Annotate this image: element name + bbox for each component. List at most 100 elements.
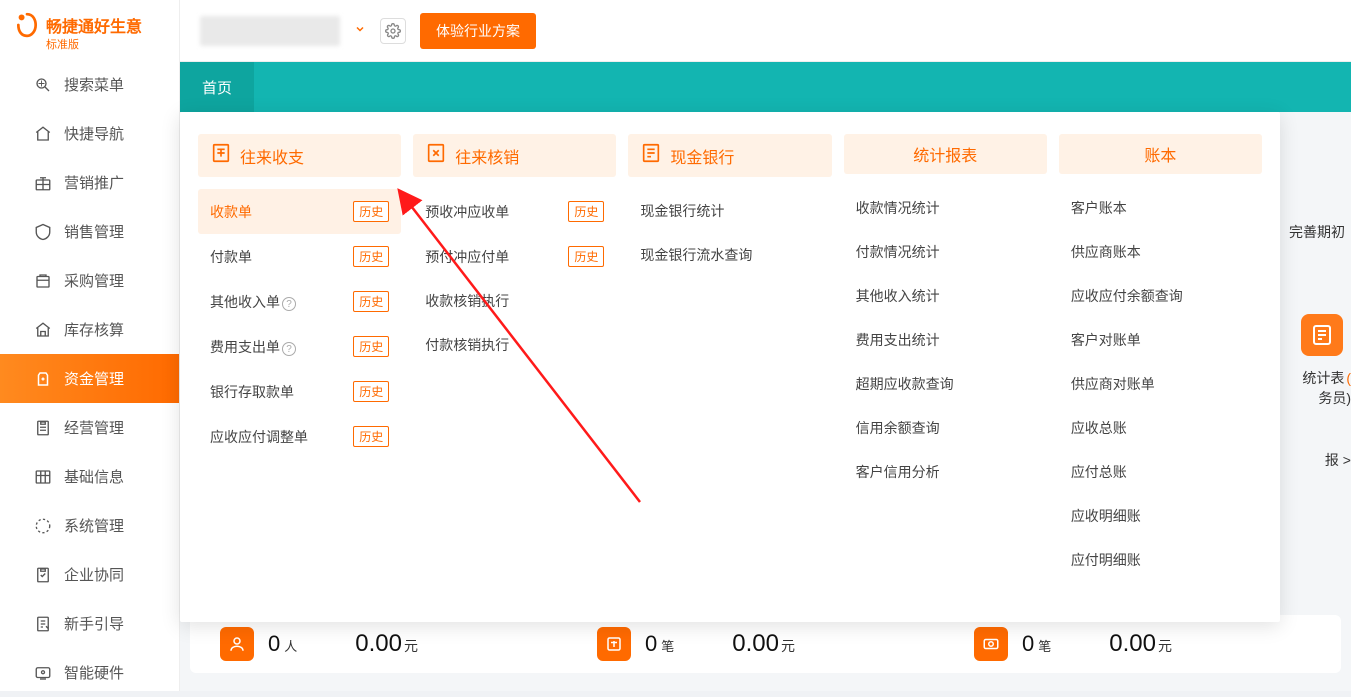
sidebar-item-5[interactable]: 库存核算	[0, 305, 179, 354]
stat-card-1: 0笔 0.00元	[597, 627, 934, 661]
menu-item[interactable]: 银行存取款单 历史	[198, 369, 401, 414]
stat-count: 0笔	[645, 631, 674, 657]
history-tag[interactable]: 历史	[353, 426, 389, 447]
menu-item[interactable]: 现金银行流水查询	[628, 233, 831, 277]
stat-icon	[597, 627, 631, 661]
menu-item[interactable]: 收款情况统计	[844, 186, 1047, 230]
menu-item[interactable]: 付款情况统计	[844, 230, 1047, 274]
col-title: 往来收支	[240, 144, 304, 168]
nav-icon	[34, 517, 52, 535]
menu-item[interactable]: 超期应收款查询	[844, 362, 1047, 406]
industry-plan-button[interactable]: 体验行业方案	[420, 13, 536, 49]
nav-label: 搜索菜单	[64, 74, 124, 95]
history-tag[interactable]: 历史	[353, 246, 389, 267]
history-tag[interactable]: 历史	[353, 201, 389, 222]
menu-item[interactable]: 其他收入单? 历史	[198, 279, 401, 324]
menu-item[interactable]: 客户账本	[1059, 186, 1262, 230]
menu-label: 客户对账单	[1071, 330, 1141, 350]
menu-item[interactable]: 应收应付余额查询	[1059, 274, 1262, 318]
org-name-blurred	[200, 16, 340, 46]
nav-label: 新手引导	[64, 613, 124, 634]
menu-item[interactable]: 应付明细账	[1059, 538, 1262, 582]
sidebar-item-4[interactable]: 采购管理	[0, 256, 179, 305]
col-header-icon	[425, 142, 447, 169]
menu-item[interactable]: 客户信用分析	[844, 450, 1047, 494]
gear-icon[interactable]	[380, 18, 406, 44]
menu-item[interactable]: 付款单 历史	[198, 234, 401, 279]
menu-label: 供应商账本	[1071, 242, 1141, 262]
menu-label: 应收明细账	[1071, 506, 1141, 526]
sidebar-item-3[interactable]: 销售管理	[0, 207, 179, 256]
col-title: 账本	[1144, 142, 1176, 166]
menu-label: 费用支出单?	[210, 337, 296, 357]
menu-label: 付款单	[210, 247, 252, 267]
sidebar-item-2[interactable]: 营销推广	[0, 158, 179, 207]
sidebar-item-11[interactable]: 新手引导	[0, 599, 179, 648]
chevron-down-icon[interactable]	[354, 23, 366, 38]
menu-item[interactable]: 其他收入统计	[844, 274, 1047, 318]
menu-item[interactable]: 信用余额查询	[844, 406, 1047, 450]
history-tag[interactable]: 历史	[353, 291, 389, 312]
sidebar-item-6[interactable]: 资金管理	[0, 354, 179, 403]
menu-item[interactable]: 应收总账	[1059, 406, 1262, 450]
funds-megamenu: 往来收支收款单历史付款单历史其他收入单?历史费用支出单?历史银行存取款单历史应收…	[180, 112, 1280, 622]
peek-text: 完善期初	[1289, 208, 1351, 256]
tab-home[interactable]: 首页	[180, 62, 254, 112]
history-tag[interactable]: 历史	[568, 246, 604, 267]
nav-label: 资金管理	[64, 368, 124, 389]
peek-orange-icon[interactable]	[1301, 314, 1343, 356]
menu-label: 客户账本	[1071, 198, 1127, 218]
col-header: 往来收支	[198, 134, 401, 177]
menu-label: 现金银行流水查询	[640, 245, 752, 265]
history-tag[interactable]: 历史	[353, 336, 389, 357]
menu-item[interactable]: 客户对账单	[1059, 318, 1262, 362]
menu-item[interactable]: 付款核销执行	[413, 323, 616, 367]
brand-logo: 畅捷通好生意 标准版	[0, 0, 179, 60]
menu-label: 其他收入单?	[210, 292, 296, 312]
menu-item[interactable]: 预收冲应收单历史	[413, 189, 616, 234]
nav-label: 销售管理	[64, 221, 124, 242]
menu-item[interactable]: 应收应付调整单历史	[198, 414, 401, 459]
menu-item[interactable]: 收款核销执行	[413, 279, 616, 323]
menu-item[interactable]: 供应商账本	[1059, 230, 1262, 274]
stat-money: 0.00元	[732, 630, 795, 658]
tab-bar: 首页	[180, 62, 1351, 112]
sidebar-item-10[interactable]: 企业协同	[0, 550, 179, 599]
menu-item[interactable]: 供应商对账单	[1059, 362, 1262, 406]
menu-item[interactable]: 应收明细账	[1059, 494, 1262, 538]
nav-icon	[34, 272, 52, 290]
brand-title: 畅捷通好生意	[46, 13, 142, 37]
nav-icon	[34, 321, 52, 339]
stat-icon	[974, 627, 1008, 661]
menu-item[interactable]: 预付冲应付单历史	[413, 234, 616, 279]
sidebar-item-12[interactable]: 智能硬件	[0, 648, 179, 697]
nav-label: 库存核算	[64, 319, 124, 340]
menu-item[interactable]: 费用支出单? 历史	[198, 324, 401, 369]
sidebar-item-1[interactable]: 快捷导航	[0, 109, 179, 158]
help-icon[interactable]: ?	[282, 342, 296, 356]
menu-label: 收款核销执行	[425, 291, 509, 311]
sidebar-item-9[interactable]: 系统管理	[0, 501, 179, 550]
history-tag[interactable]: 历史	[568, 201, 604, 222]
sidebar-item-0[interactable]: 搜索菜单	[0, 60, 179, 109]
nav-icon	[34, 615, 52, 633]
menu-item[interactable]: 现金银行统计	[628, 189, 831, 233]
menu-item[interactable]: 应付总账	[1059, 450, 1262, 494]
menu-label: 应收总账	[1071, 418, 1127, 438]
stat-card-0: 0人 0.00元	[220, 627, 557, 661]
help-icon[interactable]: ?	[282, 297, 296, 311]
menu-label: 客户信用分析	[856, 462, 940, 482]
menu-label: 银行存取款单	[210, 382, 294, 402]
menu-item[interactable]: 收款单历史	[198, 189, 401, 234]
menu-label: 现金银行统计	[640, 201, 724, 221]
nav-icon	[34, 468, 52, 486]
header: 体验行业方案	[180, 0, 1351, 62]
sidebar-item-7[interactable]: 经营管理	[0, 403, 179, 452]
brand-subtitle: 标准版	[46, 36, 165, 52]
sidebar-item-8[interactable]: 基础信息	[0, 452, 179, 501]
history-tag[interactable]: 历史	[353, 381, 389, 402]
menu-label: 其他收入统计	[856, 286, 940, 306]
menu-item[interactable]: 费用支出统计	[844, 318, 1047, 362]
brand-icon	[14, 12, 40, 38]
nav-label: 营销推广	[64, 172, 124, 193]
